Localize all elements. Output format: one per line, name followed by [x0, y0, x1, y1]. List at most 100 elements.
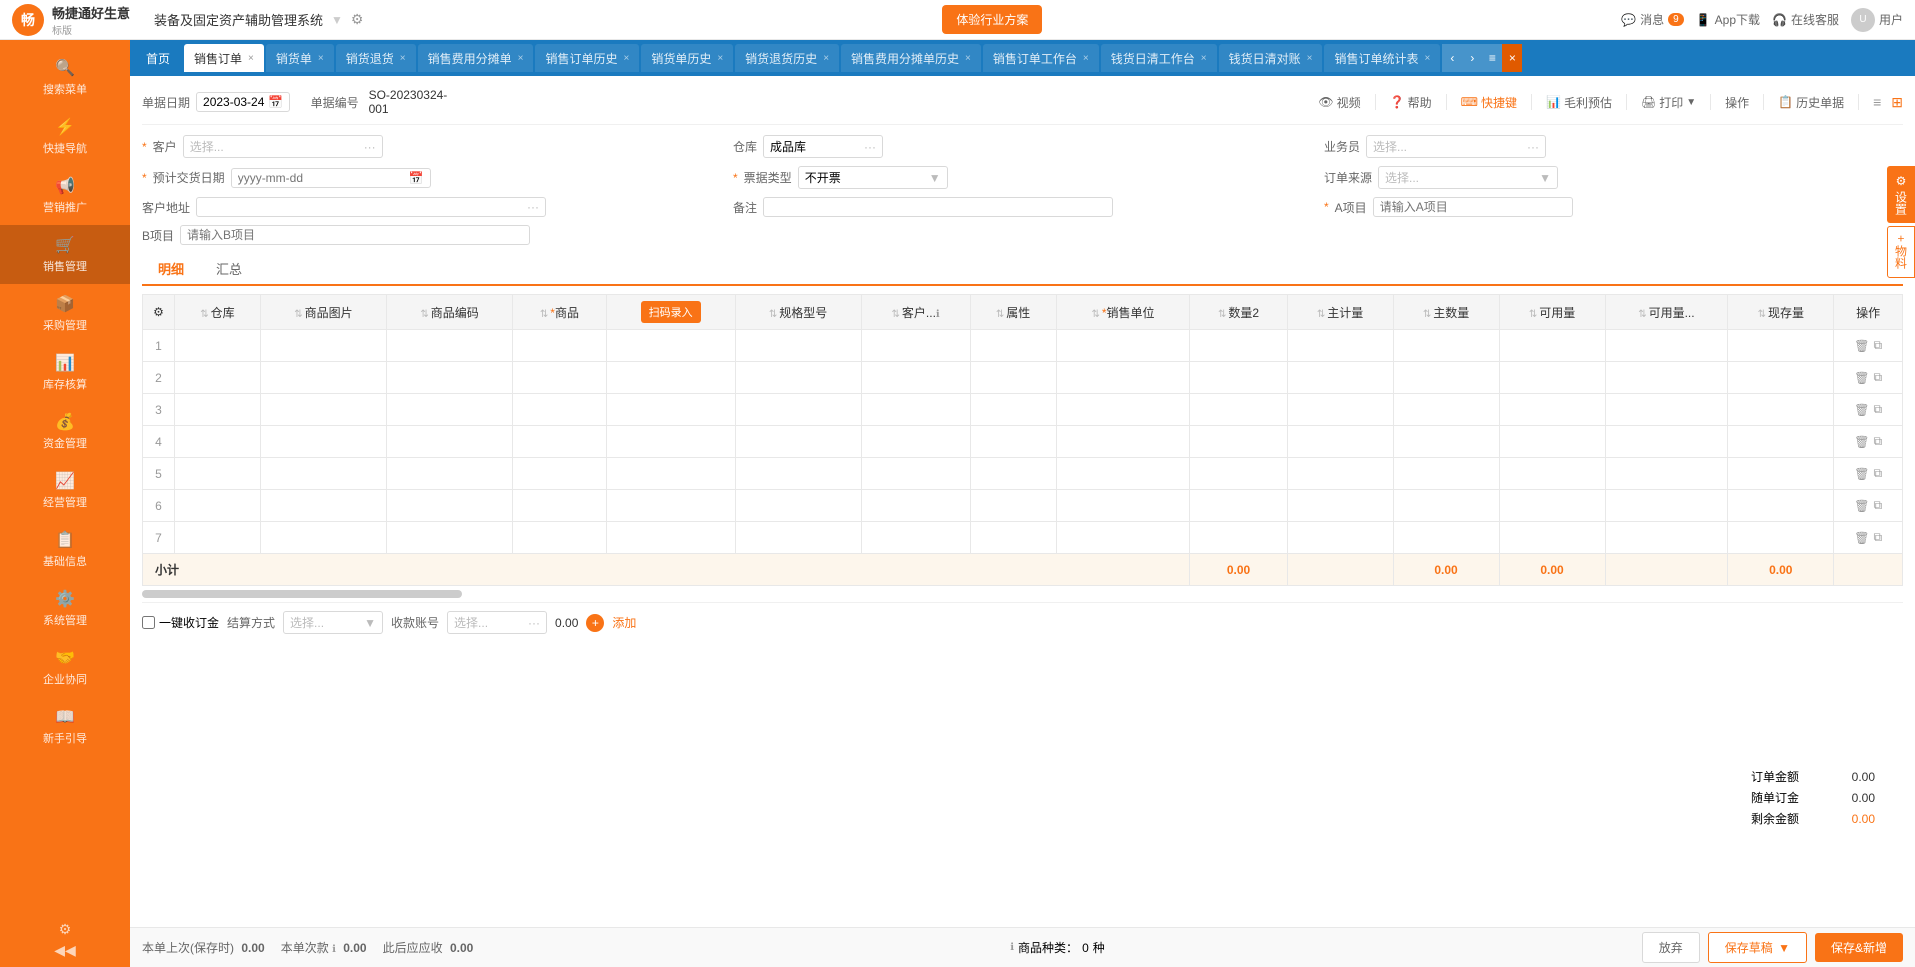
- row-sales-unit[interactable]: [1056, 458, 1190, 490]
- tab-sales-workbench[interactable]: 销售订单工作台 ×: [983, 44, 1099, 72]
- print-btn[interactable]: 🖨 打印 ▼: [1641, 94, 1696, 111]
- row-current-stock[interactable]: [1728, 426, 1834, 458]
- row-scan[interactable]: [606, 458, 735, 490]
- row-copy-btn[interactable]: ⧉: [1873, 338, 1882, 353]
- customer-addr-ellipsis[interactable]: ···: [527, 200, 539, 214]
- remark-input[interactable]: [770, 200, 1106, 214]
- grid-view-icon[interactable]: ⊞: [1891, 94, 1903, 111]
- row-available2[interactable]: [1605, 426, 1728, 458]
- row-attr[interactable]: [970, 522, 1056, 554]
- row-available2[interactable]: [1605, 458, 1728, 490]
- row-attr[interactable]: [970, 490, 1056, 522]
- row-warehouse[interactable]: [175, 330, 261, 362]
- row-delete-btn[interactable]: 🗑: [1854, 434, 1869, 449]
- tab-close-sales-return[interactable]: ×: [400, 53, 406, 64]
- row-qty2[interactable]: [1190, 362, 1287, 394]
- save-draft-dropdown-icon[interactable]: ▼: [1778, 941, 1790, 955]
- tab-sales-stats[interactable]: 销售订单统计表 ×: [1324, 44, 1440, 72]
- add-payment-btn[interactable]: +: [586, 614, 604, 632]
- tab-close-dr[interactable]: ×: [1307, 53, 1313, 64]
- row-available[interactable]: [1499, 490, 1605, 522]
- row-main-unit[interactable]: [1287, 362, 1393, 394]
- row-sales-unit[interactable]: [1056, 522, 1190, 554]
- row-available2[interactable]: [1605, 362, 1728, 394]
- row-delete-btn[interactable]: 🗑: [1854, 530, 1869, 545]
- row-main-qty[interactable]: [1393, 362, 1499, 394]
- row-available[interactable]: [1499, 458, 1605, 490]
- row-available2[interactable]: [1605, 330, 1728, 362]
- account-ellipsis[interactable]: ···: [528, 616, 540, 630]
- tab-daily-workbench[interactable]: 钱货日清工作台 ×: [1101, 44, 1217, 72]
- account-input[interactable]: 选择...: [454, 614, 488, 631]
- row-available2[interactable]: [1605, 490, 1728, 522]
- row-copy-btn[interactable]: ⧉: [1873, 402, 1882, 417]
- row-warehouse[interactable]: [175, 522, 261, 554]
- row-main-unit[interactable]: [1287, 394, 1393, 426]
- tab-close-sales-expense[interactable]: ×: [518, 53, 524, 64]
- tab-menu-btn[interactable]: ≡: [1482, 44, 1502, 72]
- row-product-image[interactable]: [260, 330, 386, 362]
- row-product-code[interactable]: [387, 394, 513, 426]
- row-available[interactable]: [1499, 426, 1605, 458]
- tab-next-btn[interactable]: ›: [1462, 44, 1482, 72]
- tab-close-dw[interactable]: ×: [1201, 53, 1207, 64]
- warehouse-ellipsis[interactable]: ···: [864, 140, 876, 154]
- row-available[interactable]: [1499, 394, 1605, 426]
- row-copy-btn[interactable]: ⧉: [1873, 370, 1882, 385]
- row-scan[interactable]: [606, 330, 735, 362]
- tab-close-ssh[interactable]: ×: [717, 53, 723, 64]
- order-source-dropdown-icon[interactable]: ▼: [1539, 171, 1551, 185]
- row-delete-btn[interactable]: 🗑: [1854, 338, 1869, 353]
- row-current-stock[interactable]: [1728, 394, 1834, 426]
- settings-icon[interactable]: ⚙: [351, 11, 364, 28]
- current-save-info[interactable]: ℹ: [332, 944, 336, 955]
- staff-input[interactable]: 选择...: [1373, 138, 1407, 155]
- row-qty2[interactable]: [1190, 426, 1287, 458]
- sidebar-item-search[interactable]: 🔍 搜索菜单: [0, 48, 130, 107]
- row-current-stock[interactable]: [1728, 490, 1834, 522]
- sidebar-item-business[interactable]: 📈 经营管理: [0, 461, 130, 520]
- profit-btn[interactable]: 📊 毛利预估: [1546, 94, 1612, 111]
- settings-bottom-icon[interactable]: ⚙: [59, 921, 72, 938]
- row-available[interactable]: [1499, 362, 1605, 394]
- row-delete-btn[interactable]: 🗑: [1854, 370, 1869, 385]
- row-product-image[interactable]: [260, 522, 386, 554]
- tab-prev-btn[interactable]: ‹: [1442, 44, 1462, 72]
- row-current-stock[interactable]: [1728, 458, 1834, 490]
- tab-sales-expense[interactable]: 销售费用分摊单 ×: [418, 44, 534, 72]
- tab-sales-order[interactable]: 销售订单 ×: [184, 44, 264, 72]
- row-copy-btn[interactable]: ⧉: [1873, 466, 1882, 481]
- discard-btn[interactable]: 放弃: [1642, 932, 1700, 963]
- one-click-payment-checkbox[interactable]: [142, 616, 155, 629]
- sidebar-item-collab[interactable]: 🤝 企业协同: [0, 638, 130, 697]
- row-qty2[interactable]: [1190, 330, 1287, 362]
- collapse-sidebar-icon[interactable]: ◀◀: [54, 942, 76, 959]
- row-delete-btn[interactable]: 🗑: [1854, 466, 1869, 481]
- row-product[interactable]: [513, 362, 607, 394]
- row-customer-code[interactable]: [861, 522, 970, 554]
- row-available[interactable]: [1499, 522, 1605, 554]
- app-download-btn[interactable]: 📱 App下载: [1696, 11, 1760, 28]
- row-attr[interactable]: [970, 458, 1056, 490]
- tab-close-all-btn[interactable]: ×: [1502, 44, 1522, 72]
- sidebar-item-inventory[interactable]: 📊 库存核算: [0, 343, 130, 402]
- row-product[interactable]: [513, 394, 607, 426]
- customer-ellipsis[interactable]: ···: [364, 140, 376, 154]
- row-product-image[interactable]: [260, 362, 386, 394]
- payment-method-input[interactable]: 选择...: [290, 614, 324, 631]
- row-scan[interactable]: [606, 362, 735, 394]
- row-product-image[interactable]: [260, 458, 386, 490]
- view-btn[interactable]: 👁 视频: [1318, 94, 1360, 111]
- list-view-icon[interactable]: ≡: [1873, 94, 1881, 110]
- tab-sales-slip-history[interactable]: 销货单历史 ×: [641, 44, 733, 72]
- row-spec[interactable]: [735, 394, 861, 426]
- row-attr[interactable]: [970, 426, 1056, 458]
- row-attr[interactable]: [970, 394, 1056, 426]
- tab-detail[interactable]: 明细: [142, 253, 200, 286]
- row-warehouse[interactable]: [175, 394, 261, 426]
- delivery-date-input[interactable]: [238, 171, 388, 185]
- sidebar-item-marketing[interactable]: 📢 营销推广: [0, 166, 130, 225]
- invoice-dropdown-icon[interactable]: ▼: [929, 171, 941, 185]
- row-qty2[interactable]: [1190, 458, 1287, 490]
- sidebar-item-guide[interactable]: 📖 新手引导: [0, 697, 130, 756]
